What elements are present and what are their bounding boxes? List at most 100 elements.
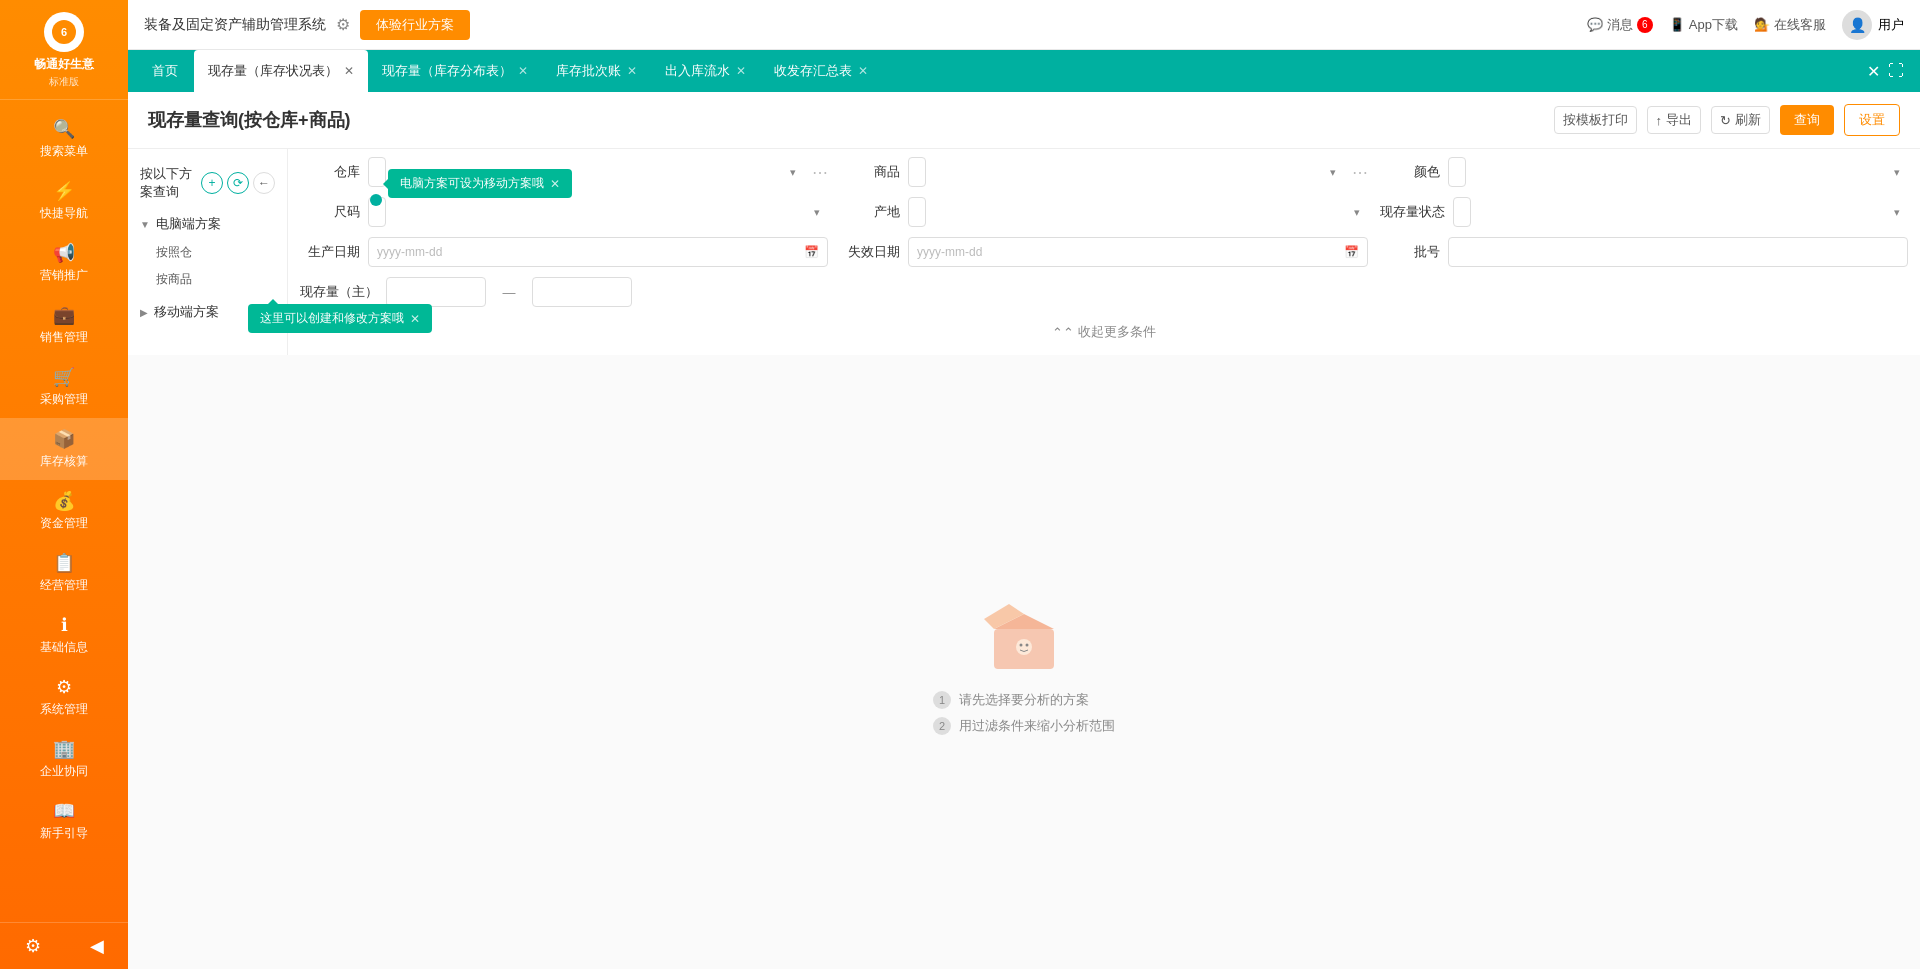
filter-cell-goods: 商品 ⋯ [840,157,1368,187]
notification-item[interactable]: 💬 消息 6 [1587,16,1653,34]
app-download-icon: 📱 [1669,17,1685,32]
back-scheme-button[interactable]: ← [253,172,275,194]
tab-inout-close[interactable]: ✕ [736,64,746,78]
tab-inventory-status-close[interactable]: ✕ [344,64,354,78]
scheme-group-mobile-label: 移动端方案 [154,303,219,321]
sidebar-label-operations: 经营管理 [40,577,88,594]
scheme-group-desktop-label: 电脑端方案 [156,215,221,233]
sidebar-label-finance: 资金管理 [40,515,88,532]
quantity-main-to-input[interactable] [532,277,632,307]
tab-home[interactable]: 首页 [136,50,194,92]
online-service-item[interactable]: 💁 在线客服 [1754,16,1826,34]
sidebar-item-operations[interactable]: 📋 经营管理 [0,542,128,604]
tooltip-scheme: 电脑方案可设为移动方案哦 ✕ [388,169,572,198]
collapse-filter-button[interactable]: ⌃⌃ 收起更多条件 [300,317,1908,347]
origin-label: 产地 [840,203,900,221]
close-all-tabs-icon[interactable]: ✕ [1867,62,1880,81]
tab-inventory-dist-close[interactable]: ✕ [518,64,528,78]
logo-icon: 6 [44,12,84,52]
size-label: 尺码 [300,203,360,221]
filter-outer: 按以下方案查询 + ⟳ ← ▼ 电脑端方案 按照仓 按商品 [128,149,1920,355]
empty-hint-2: 2 用过滤条件来缩小分析范围 [933,717,1115,735]
sidebar-label-enterprise: 企业协同 [40,763,88,780]
user-avatar: 👤 [1842,10,1872,40]
sidebar-item-inventory[interactable]: 📦 库存核算 [0,418,128,480]
notification-icon: 💬 [1587,17,1603,32]
filter-cell-inventory-state: 现存量状态 [1380,197,1908,227]
empty-state: 1 请先选择要分析的方案 2 用过滤条件来缩小分析范围 [933,589,1115,735]
tab-batch-close[interactable]: ✕ [627,64,637,78]
search-button[interactable]: 查询 [1780,105,1834,135]
produce-date-input[interactable]: yyyy-mm-dd 📅 [368,237,828,267]
scheme-group-desktop-header[interactable]: ▼ 电脑端方案 [128,209,287,239]
tab-inventory-status[interactable]: 现存量（库存状况表） ✕ [194,50,368,92]
notification-badge: 6 [1637,17,1653,33]
window-controls: ✕ ⛶ [1867,62,1912,81]
refresh-scheme-button[interactable]: ⟳ [227,172,249,194]
user-profile[interactable]: 👤 用户 [1842,10,1904,40]
logo-text: 畅通好生意 [34,56,94,73]
enterprise-icon: 🏢 [53,738,75,760]
expire-date-input[interactable]: yyyy-mm-dd 📅 [908,237,1368,267]
warehouse-dots-menu[interactable]: ⋯ [812,163,828,182]
scheme-group-desktop: ▼ 电脑端方案 按照仓 按商品 [128,209,287,293]
sidebar-item-guide[interactable]: 📖 新手引导 [0,790,128,852]
tab-collection-close[interactable]: ✕ [858,64,868,78]
tooltip-create-close[interactable]: ✕ [410,312,420,326]
settings-search-button[interactable]: 设置 [1844,104,1900,136]
tab-batch-label: 库存批次账 [556,62,621,80]
marketing-icon: 📢 [53,242,75,264]
scheme-item-by-goods[interactable]: 按商品 [128,266,287,293]
sidebar-item-search-menu[interactable]: 🔍 搜索菜单 [0,108,128,170]
sidebar-label-purchase: 采购管理 [40,391,88,408]
size-select-wrapper [368,197,828,227]
app-download-item[interactable]: 📱 App下载 [1669,16,1738,34]
sidebar: 6 畅通好生意 标准版 🔍 搜索菜单 ⚡ 快捷导航 📢 营销推广 💼 销售管理 … [0,0,128,969]
filter-cell-produce-date: 生产日期 yyyy-mm-dd 📅 [300,237,828,267]
svg-point-5 [1016,639,1032,655]
tab-inventory-dist[interactable]: 现存量（库存分布表） ✕ [368,50,542,92]
inventory-state-select[interactable] [1453,197,1471,227]
tab-collection[interactable]: 收发存汇总表 ✕ [760,50,882,92]
notification-label: 消息 [1607,16,1633,34]
goods-dots-menu[interactable]: ⋯ [1352,163,1368,182]
collapse-sidebar-icon[interactable]: ◀ [90,935,104,957]
sidebar-item-system[interactable]: ⚙ 系统管理 [0,666,128,728]
operations-icon: 📋 [53,552,75,574]
trial-button[interactable]: 体验行业方案 [360,10,470,40]
tab-batch[interactable]: 库存批次账 ✕ [542,50,651,92]
settings-bottom-icon[interactable]: ⚙ [25,935,41,957]
sidebar-item-enterprise[interactable]: 🏢 企业协同 [0,728,128,790]
tooltip-scheme-close[interactable]: ✕ [550,177,560,191]
export-button[interactable]: ↑ 导出 [1647,106,1702,134]
sidebar-item-basic-info[interactable]: ℹ 基础信息 [0,604,128,666]
expire-date-label: 失效日期 [840,243,900,261]
sidebar-item-finance[interactable]: 💰 资金管理 [0,480,128,542]
scheme-item-by-warehouse[interactable]: 按照仓 [128,239,287,266]
goods-select-wrapper [908,157,1344,187]
color-select[interactable] [1448,157,1466,187]
sidebar-item-sales[interactable]: 💼 销售管理 [0,294,128,356]
sidebar-item-marketing[interactable]: 📢 营销推广 [0,232,128,294]
sidebar-label-marketing: 营销推广 [40,267,88,284]
sales-icon: 💼 [53,304,75,326]
export-icon: ↑ [1656,113,1663,128]
refresh-button[interactable]: ↻ 刷新 [1711,106,1770,134]
warehouse-label: 仓库 [300,163,360,181]
color-label: 颜色 [1380,163,1440,181]
topbar-settings-icon[interactable]: ⚙ [336,15,350,34]
sidebar-label-guide: 新手引导 [40,825,88,842]
sidebar-item-quick-nav[interactable]: ⚡ 快捷导航 [0,170,128,232]
filter-header-row: 按以下方案查询 + ⟳ ← [128,157,287,209]
goods-select[interactable] [908,157,926,187]
inventory-icon: 📦 [53,428,75,450]
add-scheme-button[interactable]: + [201,172,223,194]
print-button[interactable]: 按模板打印 [1554,106,1637,134]
svg-text:6: 6 [61,26,67,38]
batch-input[interactable] [1448,237,1908,267]
sidebar-item-purchase[interactable]: 🛒 采购管理 [0,356,128,418]
maximize-icon[interactable]: ⛶ [1888,62,1904,80]
quantity-main-from-input[interactable] [386,277,486,307]
origin-select[interactable] [908,197,926,227]
tab-inout[interactable]: 出入库流水 ✕ [651,50,760,92]
